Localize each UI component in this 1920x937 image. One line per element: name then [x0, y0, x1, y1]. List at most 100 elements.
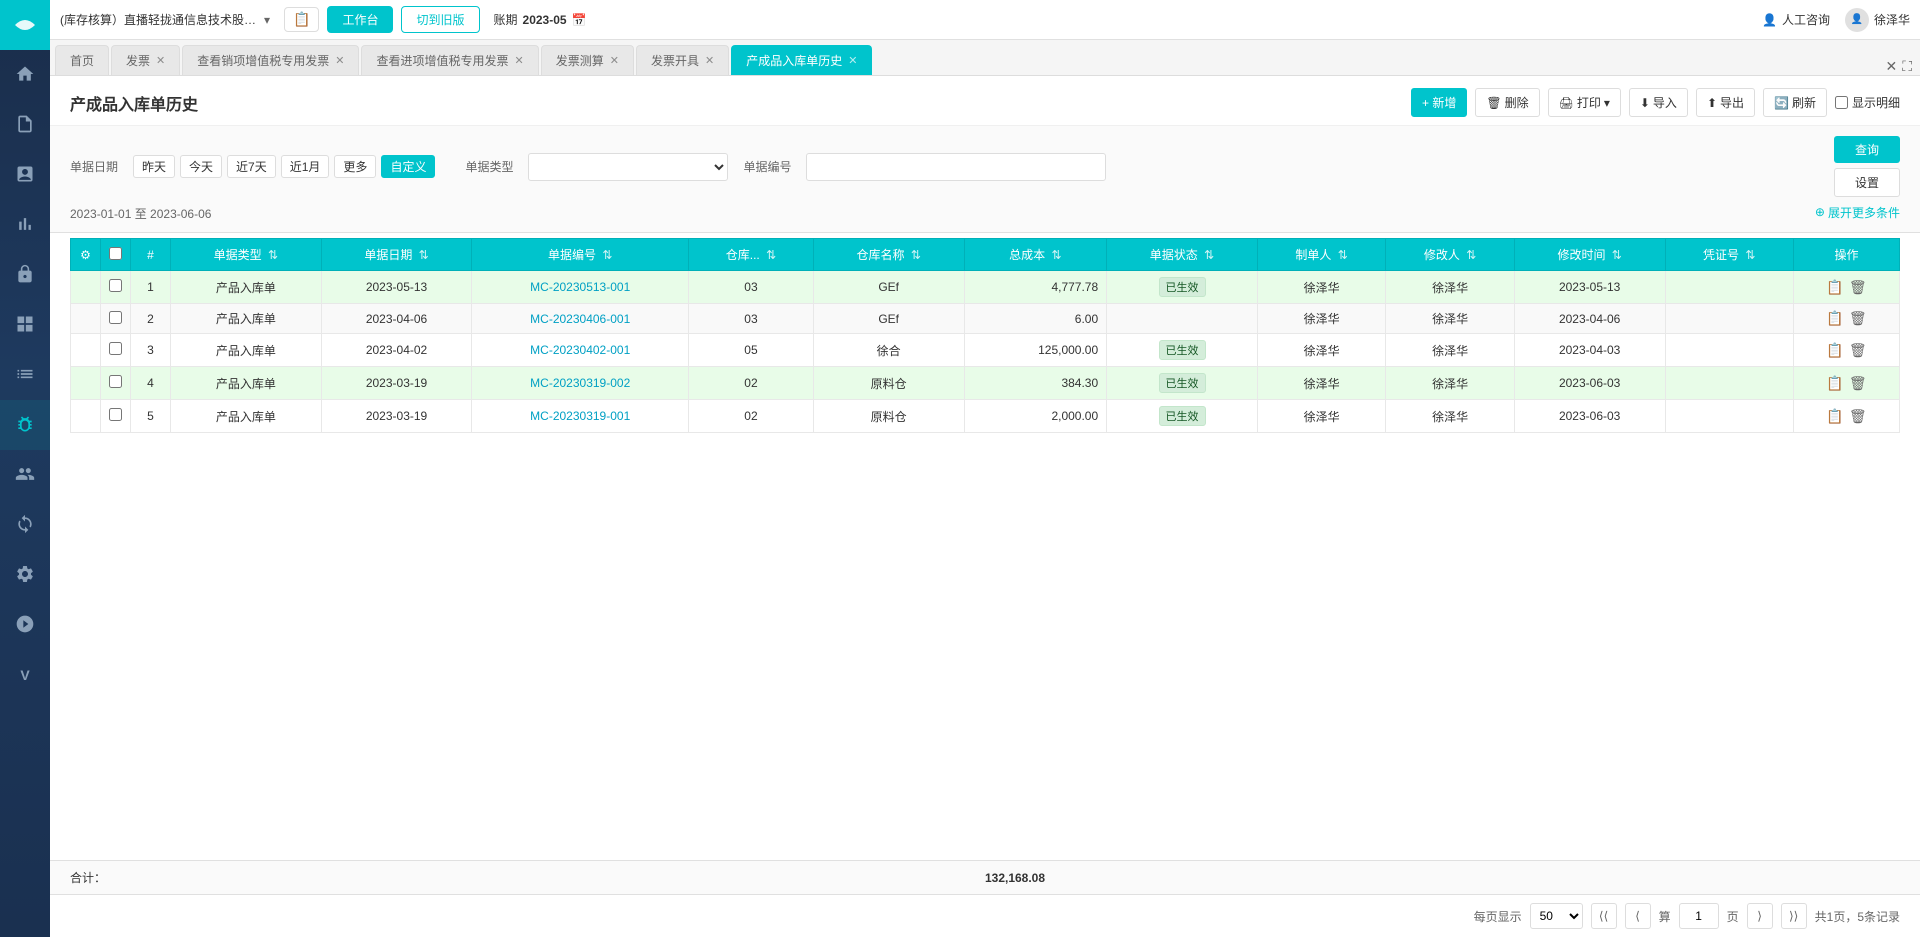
th-total-cost[interactable]: 总成本 ⇅ — [964, 239, 1107, 271]
close-all-button[interactable]: ✕ — [1885, 58, 1897, 75]
sidebar-item-warehouse[interactable] — [0, 400, 50, 450]
first-page-button[interactable]: ⟨⟨ — [1591, 903, 1617, 929]
sidebar-item-v[interactable]: V — [0, 650, 50, 700]
import-button[interactable]: ⬇ 导入 — [1629, 88, 1688, 117]
cell-doc-no-3[interactable]: MC-20230319-002 — [472, 367, 689, 400]
company-dropdown-icon[interactable]: ▾ — [264, 13, 270, 27]
doc-no-link-3[interactable]: MC-20230319-002 — [530, 376, 630, 390]
page-input[interactable] — [1679, 903, 1719, 929]
select-all-checkbox[interactable] — [109, 247, 122, 260]
tab-invoice-open[interactable]: 发票开具 ✕ — [636, 45, 729, 75]
th-voucher-no[interactable]: 凭证号 ⇅ — [1665, 239, 1793, 271]
sidebar-item-chart[interactable] — [0, 200, 50, 250]
th-creator[interactable]: 制单人 ⇅ — [1257, 239, 1385, 271]
period-calendar-icon[interactable]: 📅 — [572, 13, 587, 27]
quick-7days[interactable]: 近7天 — [227, 155, 276, 178]
th-warehouse-name[interactable]: 仓库名称 ⇅ — [813, 239, 964, 271]
row-edit-btn-1[interactable]: 📋 — [1826, 310, 1843, 327]
export-button[interactable]: ⬆ 导出 — [1696, 88, 1755, 117]
th-warehouse-code[interactable]: 仓库... ⇅ — [689, 239, 814, 271]
row-checkbox-0[interactable] — [109, 279, 122, 292]
delete-button[interactable]: 🗑 删除 — [1475, 88, 1539, 117]
expand-filter-button[interactable]: ⊕ 展开更多条件 — [1815, 204, 1900, 221]
row-delete-btn-3[interactable]: 🗑 — [1849, 375, 1867, 392]
tab-view-sales-vat[interactable]: 查看销项增值税专用发票 ✕ — [182, 45, 359, 75]
tab-home[interactable]: 首页 — [55, 45, 109, 75]
doc-no-link-4[interactable]: MC-20230319-001 — [530, 409, 630, 423]
th-settings[interactable]: ⚙ — [71, 239, 101, 271]
row-delete-btn-1[interactable]: 🗑 — [1849, 310, 1867, 327]
sidebar-item-grid[interactable] — [0, 300, 50, 350]
company-selector[interactable]: (库存核算）直播轻拢通信息技术股份... ▾ — [60, 11, 270, 28]
print-button[interactable]: 🖨 打印 ▾ — [1548, 88, 1621, 117]
row-checkbox-3[interactable] — [109, 375, 122, 388]
tab-invoice[interactable]: 发票 ✕ — [111, 45, 180, 75]
tab-invoice-close[interactable]: ✕ — [156, 54, 165, 67]
th-doc-status[interactable]: 单据状态 ⇅ — [1107, 239, 1258, 271]
row-delete-btn-0[interactable]: 🗑 — [1849, 279, 1867, 296]
new-button[interactable]: + 新增 — [1411, 88, 1467, 117]
tab-invoice-open-close[interactable]: ✕ — [705, 54, 714, 67]
sidebar-item-invoice[interactable] — [0, 100, 50, 150]
cell-doc-no-4[interactable]: MC-20230319-001 — [472, 400, 689, 433]
sort-modify-time: ⇅ — [1612, 248, 1622, 262]
quick-custom[interactable]: 自定义 — [381, 155, 435, 178]
per-page-select[interactable]: 2050100 — [1530, 903, 1583, 929]
quick-yesterday[interactable]: 昨天 — [133, 155, 175, 178]
row-delete-btn-4[interactable]: 🗑 — [1849, 408, 1867, 425]
user-info[interactable]: 👤 徐泽华 — [1845, 8, 1910, 32]
th-doc-no[interactable]: 单据编号 ⇅ — [472, 239, 689, 271]
support-link[interactable]: 👤 人工咨询 — [1762, 11, 1830, 28]
doc-no-link-0[interactable]: MC-20230513-001 — [530, 280, 630, 294]
sidebar-item-home[interactable] — [0, 50, 50, 100]
workbench-button[interactable]: 工作台 — [327, 6, 393, 33]
next-page-button[interactable]: ⟩ — [1747, 903, 1773, 929]
row-edit-btn-0[interactable]: 📋 — [1826, 279, 1843, 296]
switch-old-button[interactable]: 切到旧版 — [401, 6, 479, 33]
doc-no-input[interactable] — [806, 153, 1106, 181]
sidebar-item-refresh[interactable] — [0, 500, 50, 550]
th-modifier[interactable]: 修改人 ⇅ — [1386, 239, 1514, 271]
sidebar-item-analytics[interactable] — [0, 150, 50, 200]
quick-1month[interactable]: 近1月 — [281, 155, 330, 178]
doc-no-link-2[interactable]: MC-20230402-001 — [530, 343, 630, 357]
query-button[interactable]: 查询 — [1834, 136, 1900, 163]
doc-type-select[interactable] — [528, 153, 728, 181]
prev-page-button[interactable]: ⟨ — [1625, 903, 1651, 929]
cell-doc-no-2[interactable]: MC-20230402-001 — [472, 334, 689, 367]
sidebar-item-play[interactable] — [0, 600, 50, 650]
th-doc-date[interactable]: 单据日期 ⇅ — [321, 239, 472, 271]
sidebar-item-list[interactable] — [0, 350, 50, 400]
tab-invoice-calc[interactable]: 发票测算 ✕ — [541, 45, 634, 75]
sidebar-item-people[interactable] — [0, 450, 50, 500]
sidebar-item-lock[interactable] — [0, 250, 50, 300]
row-delete-btn-2[interactable]: 🗑 — [1849, 342, 1867, 359]
last-page-button[interactable]: ⟩⟩ — [1781, 903, 1807, 929]
row-checkbox-1[interactable] — [109, 311, 122, 324]
cell-doc-no-0[interactable]: MC-20230513-001 — [472, 271, 689, 304]
row-checkbox-4[interactable] — [109, 408, 122, 421]
row-edit-btn-2[interactable]: 📋 — [1826, 342, 1843, 359]
copy-button[interactable]: 📋 — [284, 7, 319, 32]
quick-more[interactable]: 更多 — [334, 155, 376, 178]
row-checkbox-2[interactable] — [109, 342, 122, 355]
tab-product-instock[interactable]: 产成品入库单历史 ✕ — [731, 45, 872, 75]
tab-view-purchase-vat[interactable]: 查看进项增值税专用发票 ✕ — [361, 45, 538, 75]
row-edit-btn-4[interactable]: 📋 — [1826, 408, 1843, 425]
sidebar-item-settings[interactable] — [0, 550, 50, 600]
display-toggle-checkbox[interactable] — [1835, 96, 1848, 109]
expand-tabbar-button[interactable]: ⛶ — [1902, 58, 1912, 75]
th-modify-time[interactable]: 修改时间 ⇅ — [1514, 239, 1665, 271]
display-toggle-label[interactable]: 显示明细 — [1852, 94, 1900, 111]
tab-invoice-calc-close[interactable]: ✕ — [610, 54, 619, 67]
th-doc-type[interactable]: 单据类型 ⇅ — [171, 239, 322, 271]
doc-no-link-1[interactable]: MC-20230406-001 — [530, 312, 630, 326]
set-button[interactable]: 设置 — [1834, 168, 1900, 197]
quick-today[interactable]: 今天 — [180, 155, 222, 178]
tab-product-instock-close[interactable]: ✕ — [848, 54, 857, 67]
tab-view-sales-vat-close[interactable]: ✕ — [335, 54, 344, 67]
row-edit-btn-3[interactable]: 📋 — [1826, 375, 1843, 392]
tab-view-purchase-vat-close[interactable]: ✕ — [515, 54, 524, 67]
refresh-button[interactable]: 🔄 刷新 — [1763, 88, 1827, 117]
cell-doc-no-1[interactable]: MC-20230406-001 — [472, 304, 689, 334]
